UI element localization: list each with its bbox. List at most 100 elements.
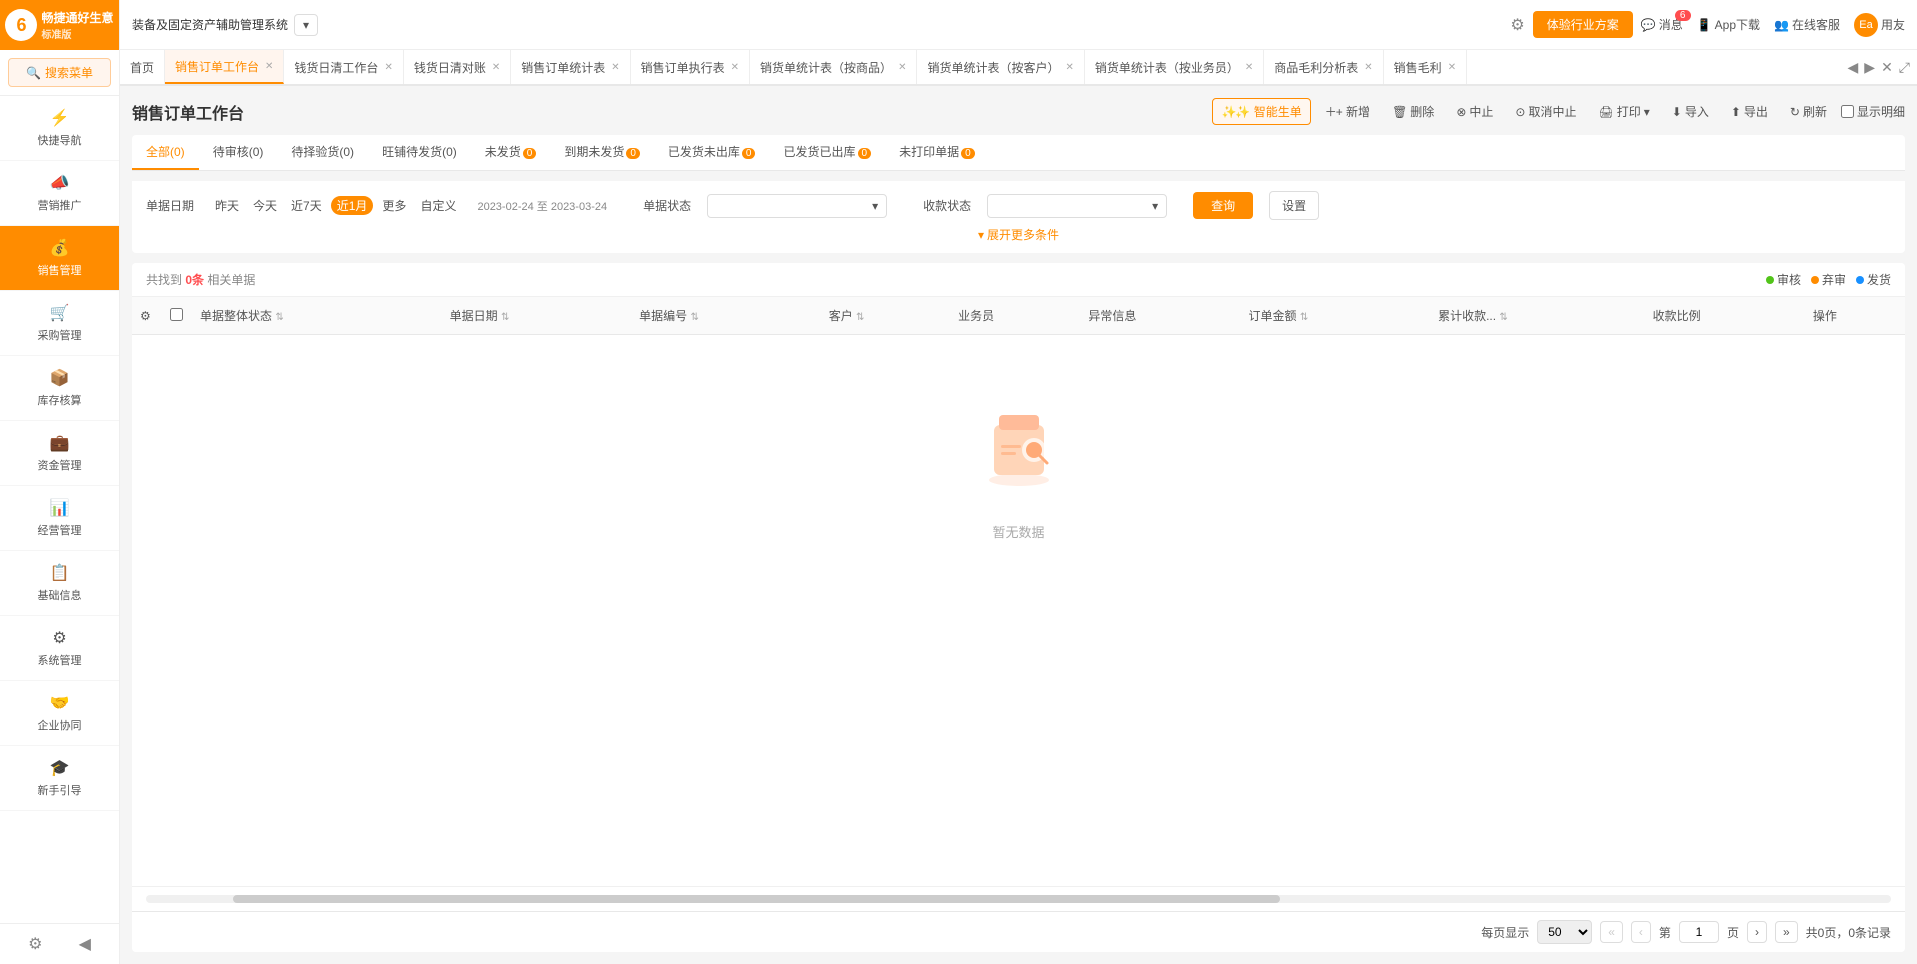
tab-close-sales-workbench[interactable]: ✕ bbox=[265, 61, 273, 72]
column-settings-icon[interactable]: ⚙ bbox=[140, 309, 151, 323]
sidebar-settings-button[interactable]: ⚙ bbox=[28, 934, 42, 954]
col-customer[interactable]: 客户 ⇅ bbox=[821, 297, 950, 335]
date-filter-btn-昨天[interactable]: 昨天 bbox=[210, 195, 244, 216]
tab-close-sales-summary-staff[interactable]: ✕ bbox=[1245, 62, 1253, 73]
subtab-not-printed[interactable]: 未打印单据0 bbox=[885, 135, 989, 170]
tab-cash-reconcile[interactable]: 钱货日清对账✕ bbox=[404, 50, 511, 84]
tab-close-gross-margin[interactable]: ✕ bbox=[1364, 62, 1372, 73]
tab-sales-stat[interactable]: 销售订单统计表 ✕ bbox=[511, 50, 630, 84]
online-service-button[interactable]: 👥 在线客服 bbox=[1774, 16, 1840, 33]
subtab-shipped-out[interactable]: 已发货已出库0 bbox=[769, 135, 885, 170]
status-filter-select[interactable]: ▾ bbox=[707, 194, 887, 218]
print-button[interactable]: 🖨 打印 ▾ bbox=[1590, 99, 1657, 124]
subtab-pending-inspect[interactable]: 待择验货(0) bbox=[277, 135, 368, 170]
topbar-settings-icon[interactable]: ⚙ bbox=[1510, 15, 1524, 35]
sidebar-collapse-button[interactable]: ◀ bbox=[79, 934, 91, 954]
subtab-unshipped[interactable]: 未发货0 bbox=[471, 135, 551, 170]
tab-sales-more[interactable]: 销售毛利✕ bbox=[1384, 50, 1467, 84]
search-menu-button[interactable]: 🔍 搜索菜单 bbox=[8, 58, 111, 87]
app-switcher-dropdown[interactable]: ▾ bbox=[294, 14, 318, 36]
pagination-prev-button[interactable]: ‹ bbox=[1631, 921, 1651, 943]
new-button[interactable]: ＋ + 新增 bbox=[1317, 99, 1378, 124]
sidebar-item-marketing[interactable]: 📣营销推广 bbox=[0, 161, 119, 226]
app-download-button[interactable]: 📱 App下载 bbox=[1697, 16, 1760, 33]
tab-home[interactable]: 首页 bbox=[120, 50, 165, 84]
smart-generate-button[interactable]: ✨ ✨ 智能生单 bbox=[1212, 98, 1310, 125]
query-button[interactable]: 查询 bbox=[1193, 192, 1253, 219]
tab-sales-workbench[interactable]: 销售订单工作台✕ bbox=[165, 50, 284, 84]
page-number-input[interactable] bbox=[1679, 921, 1719, 943]
col-collected[interactable]: 累计收款... ⇅ bbox=[1430, 297, 1645, 335]
tab-cash-clear[interactable]: 钱货日清工作台✕ bbox=[284, 50, 403, 84]
tab-sales-summary-customer[interactable]: 销货单统计表（按客户）✕ bbox=[917, 50, 1084, 84]
sidebar-item-guide[interactable]: 🎓新手引导 bbox=[0, 746, 119, 811]
pagination-first-button[interactable]: « bbox=[1600, 921, 1623, 943]
col-checkbox[interactable] bbox=[162, 297, 192, 335]
subtab-shipped-not-out[interactable]: 已发货未出库0 bbox=[654, 135, 770, 170]
tab-close-cash-reconcile[interactable]: ✕ bbox=[492, 62, 500, 73]
tab-close-sales-stat[interactable]: ✕ bbox=[611, 62, 619, 73]
import-button[interactable]: ⬇ 导入 bbox=[1664, 99, 1717, 124]
sidebar-item-enterprise[interactable]: 🤝企业协同 bbox=[0, 681, 119, 746]
user-menu-button[interactable]: Ea 用友 bbox=[1854, 13, 1905, 37]
col-label-amount: 订单金额 bbox=[1249, 309, 1297, 323]
cancel-stop-button[interactable]: ⊙ 取消中止 bbox=[1507, 99, 1584, 124]
date-filter-btn-今天[interactable]: 今天 bbox=[248, 195, 282, 216]
subtab-wangpu-ship[interactable]: 旺铺待发货(0) bbox=[368, 135, 471, 170]
col-date[interactable]: 单据日期 ⇅ bbox=[442, 297, 632, 335]
sidebar-item-system[interactable]: ⚙系统管理 bbox=[0, 616, 119, 681]
industry-solution-button[interactable]: 体验行业方案 bbox=[1533, 11, 1633, 38]
review-action-button[interactable]: 审核 bbox=[1766, 271, 1801, 288]
date-filter-btn-自定义[interactable]: 自定义 bbox=[415, 195, 461, 216]
export-button[interactable]: ⬆ 导出 bbox=[1723, 99, 1776, 124]
tab-close-cash-clear[interactable]: ✕ bbox=[384, 62, 392, 73]
refresh-button[interactable]: ↻ 刷新 bbox=[1782, 99, 1835, 124]
tab-sales-summary-staff[interactable]: 销货单统计表（按业务员）✕ bbox=[1085, 50, 1264, 84]
horizontal-scrollbar[interactable] bbox=[132, 886, 1905, 911]
sidebar-item-operations[interactable]: 📊经营管理 bbox=[0, 486, 119, 551]
cancel-review-button[interactable]: 弃审 bbox=[1811, 271, 1846, 288]
payment-filter-select[interactable]: ▾ bbox=[987, 194, 1167, 218]
subtab-pending-review[interactable]: 待审核(0) bbox=[199, 135, 278, 170]
tab-scroll-left[interactable]: ◀ bbox=[1845, 59, 1862, 76]
tab-scroll-right[interactable]: ▶ bbox=[1861, 59, 1878, 76]
tab-close-sales-more[interactable]: ✕ bbox=[1448, 62, 1456, 73]
settings-filter-button[interactable]: 设置 bbox=[1269, 191, 1319, 220]
tab-sales-exec[interactable]: 销售订单执行表✕ bbox=[631, 50, 750, 84]
date-filter-btn-近7天[interactable]: 近7天 bbox=[286, 195, 327, 216]
sidebar-item-purchase[interactable]: 🛒采购管理 bbox=[0, 291, 119, 356]
subtab-all[interactable]: 全部(0) bbox=[132, 135, 199, 170]
col-status[interactable]: 单据整体状态 ⇅ bbox=[192, 297, 442, 335]
pagination-last-button[interactable]: » bbox=[1775, 921, 1798, 943]
show-detail-checkbox-label[interactable]: 显示明细 bbox=[1841, 103, 1905, 120]
col-number[interactable]: 单据编号 ⇅ bbox=[631, 297, 821, 335]
date-filter-label: 单据日期 bbox=[146, 197, 194, 214]
ship-action-button[interactable]: 发货 bbox=[1856, 271, 1891, 288]
sidebar-item-sales[interactable]: 💰销售管理 bbox=[0, 226, 119, 291]
sidebar-item-inventory[interactable]: 📦库存核算 bbox=[0, 356, 119, 421]
tab-close-sales-summary-product[interactable]: ✕ bbox=[898, 62, 906, 73]
pagination-next-button[interactable]: › bbox=[1747, 921, 1767, 943]
expand-filter-button[interactable]: ▾ 展开更多条件 bbox=[978, 226, 1059, 243]
tab-label-sales-stat: 销售订单统计表 bbox=[521, 59, 605, 76]
tab-close-sales-summary-customer[interactable]: ✕ bbox=[1065, 62, 1073, 73]
show-detail-checkbox[interactable] bbox=[1841, 105, 1854, 118]
select-all-checkbox[interactable] bbox=[170, 308, 183, 321]
tab-close-all[interactable]: ✕ bbox=[1878, 59, 1896, 76]
stop-button[interactable]: ⊗ 中止 bbox=[1448, 99, 1501, 124]
tab-close-sales-exec[interactable]: ✕ bbox=[731, 62, 739, 73]
per-page-select[interactable]: 501020100 bbox=[1537, 920, 1592, 944]
message-button[interactable]: 💬 消息 6 bbox=[1641, 16, 1683, 33]
delete-button[interactable]: 🗑 删除 bbox=[1384, 99, 1442, 124]
date-filter-btn-更多[interactable]: 更多 bbox=[377, 195, 411, 216]
sidebar-item-finance[interactable]: 💼资金管理 bbox=[0, 421, 119, 486]
subtab-overdue-unshipped[interactable]: 到期未发货0 bbox=[550, 135, 654, 170]
tab-gross-margin[interactable]: 商品毛利分析表✕ bbox=[1264, 50, 1383, 84]
col-amount[interactable]: 订单金额 ⇅ bbox=[1241, 297, 1431, 335]
tab-sales-summary-product[interactable]: 销货单统计表（按商品）✕ bbox=[750, 50, 917, 84]
sidebar-item-quick-nav[interactable]: ⚡快捷导航 bbox=[0, 96, 119, 161]
col-settings[interactable]: ⚙ bbox=[132, 297, 162, 335]
date-filter-btn-近1月[interactable]: 近1月 bbox=[331, 196, 374, 215]
sidebar-item-basic-info[interactable]: 📋基础信息 bbox=[0, 551, 119, 616]
tab-maximize[interactable]: ⤢ bbox=[1896, 59, 1913, 76]
